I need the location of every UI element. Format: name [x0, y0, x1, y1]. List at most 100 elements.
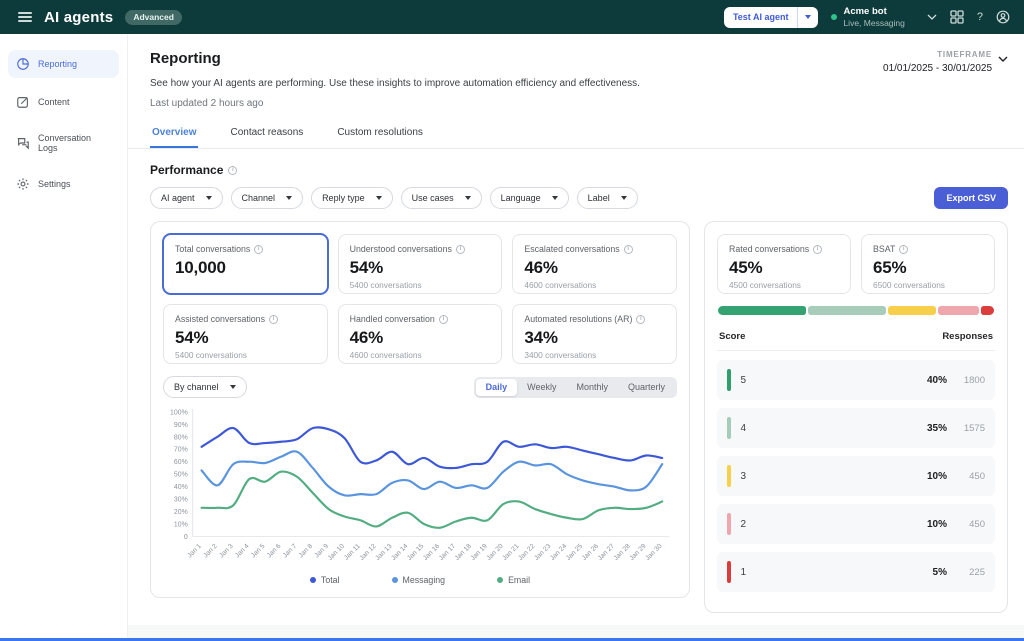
help-icon[interactable]: ? — [977, 11, 983, 23]
tab-overview[interactable]: Overview — [150, 123, 199, 148]
legend-item-messaging[interactable]: Messaging — [391, 575, 445, 585]
bot-name: Acme bot — [843, 6, 887, 17]
timeframe-label: TIMEFRAME — [937, 50, 992, 59]
performance-chart: 010%20%30%40%50%60%70%80%90%100%Jan 1 Jan… — [170, 408, 670, 562]
legend-item-total[interactable]: Total — [309, 575, 340, 585]
metric-automated-resolutions[interactable]: Automated resolutions (AR) 34% 3400 conv… — [512, 304, 677, 364]
account-icon[interactable] — [996, 10, 1010, 24]
score-table: 5 40% 1800 4 35% 1575 3 10% 450 2 10% 45… — [717, 360, 995, 592]
info-icon[interactable] — [813, 244, 823, 254]
legend-dot-icon — [497, 577, 504, 584]
info-icon[interactable] — [254, 244, 264, 254]
test-ai-agent-dropdown[interactable] — [797, 6, 818, 28]
app-root: AI agents Advanced Test AI agent Acme bo… — [0, 0, 1024, 641]
apps-grid-icon[interactable] — [950, 10, 964, 24]
svg-text:Jan 30: Jan 30 — [644, 543, 663, 562]
svg-text:Jan 1: Jan 1 — [186, 543, 203, 560]
metric-rated-conversations[interactable]: Rated conversations 45% 4500 conversatio… — [717, 234, 851, 294]
filter-channel[interactable]: Channel — [230, 187, 304, 209]
sidebar-item-reporting[interactable]: Reporting — [8, 50, 119, 78]
timeframe-value: 01/01/2025 - 30/01/2025 — [883, 63, 992, 74]
test-ai-agent-button[interactable]: Test AI agent — [723, 6, 819, 28]
tab-contact-reasons[interactable]: Contact reasons — [228, 123, 305, 148]
metric-total-conversations[interactable]: Total conversations 10,000 — [163, 234, 328, 294]
score-color-bar — [727, 465, 731, 487]
info-icon[interactable] — [899, 244, 909, 254]
legend-dot-icon — [309, 577, 316, 584]
score-color-bar — [727, 369, 731, 391]
metric-bsat[interactable]: BSAT 65% 6500 conversations — [861, 234, 995, 294]
info-icon[interactable] — [623, 244, 633, 254]
performance-heading: Performance — [150, 163, 224, 177]
score-table-header: Score Responses — [717, 325, 995, 351]
interval-weekly[interactable]: Weekly — [517, 379, 566, 396]
svg-text:Jan 8: Jan 8 — [298, 543, 315, 560]
svg-text:Jan 16: Jan 16 — [422, 543, 441, 562]
svg-text:Jan 27: Jan 27 — [597, 543, 616, 562]
sidebar-item-conversation-logs[interactable]: Conversation Logs — [8, 126, 119, 160]
distribution-segment — [808, 306, 887, 315]
filter-ai-agent[interactable]: AI agent — [150, 187, 223, 209]
svg-text:90%: 90% — [174, 422, 188, 429]
export-csv-button[interactable]: Export CSV — [934, 187, 1008, 209]
info-icon[interactable] — [438, 314, 448, 324]
filter-language[interactable]: Language — [489, 187, 569, 209]
filter-reply-type[interactable]: Reply type — [311, 187, 393, 209]
metric-value: 54% — [349, 258, 384, 277]
metric-sub: 3400 conversations — [524, 350, 597, 360]
edit-icon — [17, 97, 28, 108]
metric-value: 46% — [349, 328, 384, 347]
svg-text:80%: 80% — [174, 434, 188, 441]
timeframe-picker[interactable]: TIMEFRAME 01/01/2025 - 30/01/2025 — [883, 50, 1008, 109]
svg-text:Jan 3: Jan 3 — [218, 543, 235, 560]
info-icon[interactable] — [268, 314, 278, 324]
svg-text:Jan 25: Jan 25 — [565, 543, 584, 562]
bot-selector[interactable]: Acme bot Live, Messaging — [831, 6, 937, 28]
footer-band — [128, 625, 1024, 638]
responses-header: Responses — [942, 331, 993, 342]
sidebar-item-content[interactable]: Content — [8, 88, 119, 116]
filter-use-cases[interactable]: Use cases — [400, 187, 482, 209]
svg-text:Jan 10: Jan 10 — [327, 543, 346, 562]
interval-monthly[interactable]: Monthly — [566, 379, 618, 396]
score-color-bar — [727, 417, 731, 439]
metric-handled-conversation[interactable]: Handled conversation 46% 4600 conversati… — [337, 304, 503, 364]
legend-item-email[interactable]: Email — [497, 575, 530, 585]
group-by-channel-dropdown[interactable]: By channel — [163, 376, 247, 398]
distribution-segment — [888, 306, 937, 315]
svg-text:Jan 2: Jan 2 — [202, 543, 219, 560]
metric-escalated-conversations[interactable]: Escalated conversations 46% 4600 convers… — [512, 234, 677, 294]
sidebar-item-settings[interactable]: Settings — [8, 170, 119, 198]
interval-quarterly[interactable]: Quarterly — [618, 379, 675, 396]
svg-text:Jan 19: Jan 19 — [470, 543, 489, 562]
metric-assisted-conversations[interactable]: Assisted conversations 54% 5400 conversa… — [163, 304, 328, 364]
info-icon[interactable] — [228, 165, 238, 175]
svg-text:0: 0 — [184, 534, 188, 541]
sidebar: Reporting Content Conversation Logs Sett… — [0, 34, 128, 638]
interval-daily[interactable]: Daily — [475, 378, 518, 396]
distribution-segment — [718, 306, 807, 315]
test-ai-agent-label[interactable]: Test AI agent — [724, 7, 798, 28]
chevron-down-icon[interactable] — [927, 14, 937, 20]
metric-value: 34% — [524, 328, 558, 347]
svg-text:Jan 26: Jan 26 — [581, 543, 600, 562]
top-bar: AI agents Advanced Test AI agent Acme bo… — [0, 0, 1024, 34]
info-icon[interactable] — [636, 314, 646, 324]
svg-text:40%: 40% — [174, 484, 188, 491]
svg-text:Jan 14: Jan 14 — [390, 543, 409, 562]
caret-down-icon — [464, 196, 471, 200]
sidebar-item-label: Reporting — [38, 59, 78, 69]
tab-custom-resolutions[interactable]: Custom resolutions — [335, 123, 425, 148]
tab-bar: Overview Contact reasons Custom resoluti… — [128, 123, 1024, 149]
caret-down-icon — [286, 196, 293, 200]
distribution-segment — [980, 306, 994, 315]
score-row-1: 1 5% 225 — [717, 552, 995, 592]
info-icon[interactable] — [455, 244, 465, 254]
metric-understood-conversations[interactable]: Understood conversations 54% 5400 conver… — [337, 234, 503, 294]
svg-text:Jan 24: Jan 24 — [549, 543, 568, 562]
filter-label[interactable]: Label — [576, 187, 638, 209]
metric-sub: 5400 conversations — [349, 280, 422, 290]
caret-down-icon — [229, 385, 236, 389]
menu-icon[interactable] — [18, 11, 32, 23]
filter-bar: AI agent Channel Reply type Use cases La… — [150, 187, 934, 209]
